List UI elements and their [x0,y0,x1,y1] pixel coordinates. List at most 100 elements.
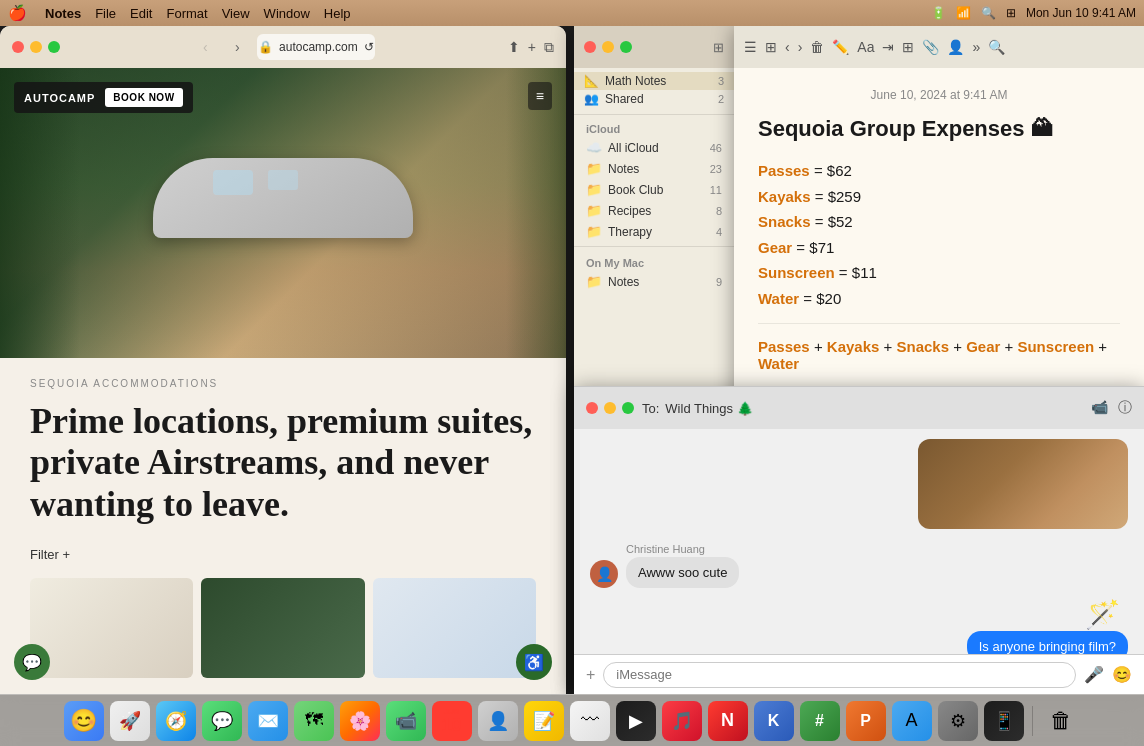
notes-font-icon[interactable]: Aa [857,39,874,55]
menu-format[interactable]: Format [166,6,207,21]
room-thumb-3[interactable] [373,578,536,678]
notes-nav-back-icon[interactable]: ‹ [785,39,790,55]
notes-list-icon[interactable]: ☰ [744,39,757,55]
notes-close-button[interactable] [584,41,596,53]
accessibility-button[interactable]: ♿ [516,644,552,680]
folder-all-icloud[interactable]: ☁️ All iCloud 46 [574,137,734,158]
browser-window: ‹ › 🔒 autocamp.com ↺ ⬆ + ⧉ [0,26,566,694]
notes-more-icon[interactable]: » [972,39,980,55]
notes-share-icon[interactable]: 👤 [947,39,964,55]
dock-freeform[interactable]: 〰 [570,701,610,741]
dock-keynote[interactable]: K [754,701,794,741]
dock-safari[interactable]: 🧭 [156,701,196,741]
msg-bubble-awww: Awww soo cute [626,557,739,588]
notes-minimize-button[interactable] [602,41,614,53]
folder-recipes[interactable]: 📁 Recipes 8 [574,200,734,221]
notes-search-icon[interactable]: 🔍 [988,39,1005,55]
book-now-button[interactable]: BOOK NOW [105,88,182,107]
trash-icon: 🗑 [1050,708,1072,734]
share-icon[interactable]: ⬆ [508,39,520,55]
notes-maximize-button[interactable] [620,41,632,53]
dock-music[interactable]: 🎵 [662,701,702,741]
notes-indent-icon[interactable]: ⇥ [882,39,894,55]
compose-input[interactable] [603,662,1076,688]
dock-sysprefs[interactable]: ⚙ [938,701,978,741]
messages-to: To: Wild Things 🌲 [642,401,1083,416]
safari-icon: 🧭 [165,710,187,732]
folder-notes-local[interactable]: 📁 Notes 9 [574,271,734,292]
forward-button[interactable]: › [225,35,249,59]
tabs-icon[interactable]: ⧉ [544,39,554,56]
browser-titlebar: ‹ › 🔒 autocamp.com ↺ ⬆ + ⧉ [0,26,566,68]
dock-pages[interactable]: P [846,701,886,741]
back-button[interactable]: ‹ [193,35,217,59]
dock-launchpad[interactable]: 🚀 [110,701,150,741]
notes-attach-icon[interactable]: 📎 [922,39,939,55]
menu-edit[interactable]: Edit [130,6,152,21]
main-heading: Prime locations, premium suites, private… [30,401,536,525]
dock-iphone[interactable]: 📱 [984,701,1024,741]
notes-content-titlebar: ☰ ⊞ ‹ › 🗑 ✏️ Aa ⇥ ⊞ 📎 👤 » 🔍 [734,26,1144,68]
menu-help[interactable]: Help [324,6,351,21]
dock-contacts[interactable]: 👤 [478,701,518,741]
messages-maximize-button[interactable] [622,402,634,414]
compose-add-icon[interactable]: + [586,666,595,684]
address-bar[interactable]: 🔒 autocamp.com ↺ [257,34,374,60]
hero-image: AUTOCAMP BOOK NOW ≡ [0,68,566,358]
messages-video-icon[interactable]: 📹 [1091,399,1108,417]
notes-nav-fwd-icon[interactable]: › [798,39,803,55]
folder-therapy[interactable]: 📁 Therapy 4 [574,221,734,242]
notes-compose-icon[interactable]: ✏️ [832,39,849,55]
dock-trash[interactable]: 🗑 [1041,701,1081,741]
dock-maps[interactable]: 🗺 [294,701,334,741]
messages-close-button[interactable] [586,402,598,414]
dock-appletv[interactable]: ▶ [616,701,656,741]
pages-icon: P [860,712,871,730]
new-tab-icon[interactable]: + [528,39,536,55]
messages-photo [918,439,1128,529]
notes-grid-view-icon[interactable]: ⊞ [765,39,777,55]
minimize-button[interactable] [30,41,42,53]
battery-icon: 🔋 [931,6,946,20]
room-thumb-2[interactable] [201,578,364,678]
dock-numbers[interactable]: # [800,701,840,741]
dock-messages[interactable]: 💬 [202,701,242,741]
reload-icon[interactable]: ↺ [364,40,374,54]
dock-facetime[interactable]: 📹 [386,701,426,741]
menu-view[interactable]: View [222,6,250,21]
dock-mail[interactable]: ✉️ [248,701,288,741]
notes-delete-icon[interactable]: 🗑 [810,39,824,55]
menu-app-name[interactable]: Notes [45,6,81,21]
dock-calendar[interactable]: JUN 10 [432,701,472,741]
apple-menu[interactable]: 🍎 [8,4,27,22]
folder-notes[interactable]: 📁 Notes 23 [574,158,734,179]
chat-button[interactable]: 💬 [14,644,50,680]
dock-news[interactable]: N [708,701,748,741]
messages-info-icon[interactable]: ⓘ [1118,399,1132,417]
control-center-icon[interactable]: ⊞ [1006,6,1016,20]
chat-icon: 💬 [22,653,42,672]
onmymac-header: On My Mac [574,251,734,271]
appletv-icon: ▶ [629,710,643,732]
dock-appstore[interactable]: A [892,701,932,741]
dock-notes[interactable]: 📝 [524,701,564,741]
notes-table-icon[interactable]: ⊞ [902,39,914,55]
line-gear: Gear = $71 [758,235,1120,261]
notes-grid-icon[interactable]: ⊞ [713,40,724,55]
menu-window[interactable]: Window [264,6,310,21]
to-name: Wild Things 🌲 [665,401,752,416]
search-icon[interactable]: 🔍 [981,6,996,20]
close-button[interactable] [12,41,24,53]
dock-finder[interactable]: 😊 [64,701,104,741]
menu-file[interactable]: File [95,6,116,21]
room-thumb-1[interactable] [30,578,193,678]
messages-minimize-button[interactable] [604,402,616,414]
filter-link[interactable]: Filter + [30,547,70,562]
maps-icon: 🗺 [305,710,323,731]
dock-photos[interactable]: 🌸 [340,701,380,741]
maximize-button[interactable] [48,41,60,53]
audio-icon[interactable]: 🎤 [1084,665,1104,684]
hamburger-menu[interactable]: ≡ [528,82,552,110]
emoji-icon[interactable]: 😊 [1112,665,1132,684]
folder-book-club[interactable]: 📁 Book Club 11 [574,179,734,200]
